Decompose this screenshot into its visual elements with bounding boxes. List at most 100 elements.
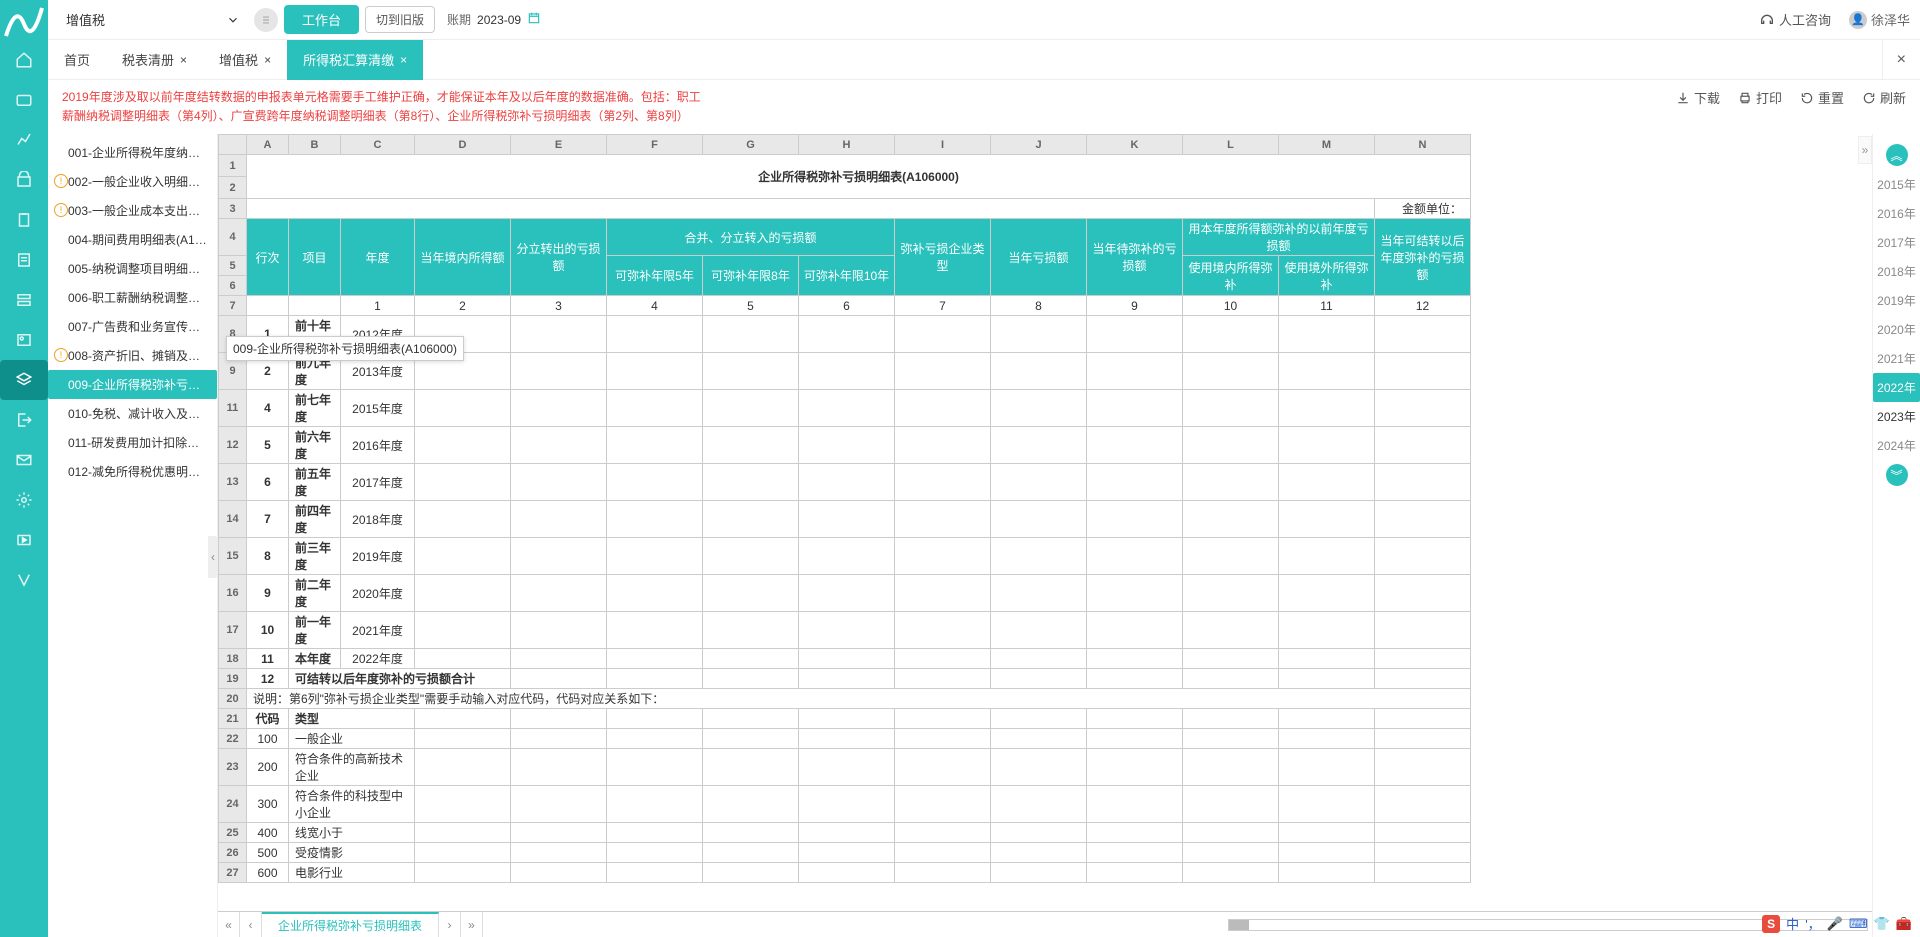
cell[interactable]: [1087, 823, 1183, 843]
cell[interactable]: [1279, 863, 1375, 883]
cell[interactable]: [895, 353, 991, 390]
cell[interactable]: 合并、分立转入的亏损额: [607, 219, 895, 256]
cell[interactable]: [1375, 649, 1471, 669]
cell[interactable]: [1183, 749, 1279, 786]
cell[interactable]: [1279, 709, 1375, 729]
cell[interactable]: [1183, 709, 1279, 729]
cell[interactable]: [511, 649, 607, 669]
cell[interactable]: 当年境内所得额: [415, 219, 511, 296]
tree-item-2[interactable]: 003-一般企业成本支出明细...: [48, 196, 217, 225]
cell[interactable]: [799, 786, 895, 823]
ime-lang[interactable]: 中: [1786, 914, 1799, 933]
cell[interactable]: [247, 199, 1375, 219]
cell[interactable]: 2021年度: [341, 612, 415, 649]
cell[interactable]: [991, 427, 1087, 464]
cell[interactable]: [1183, 501, 1279, 538]
cell[interactable]: [511, 843, 607, 863]
cell[interactable]: [511, 390, 607, 427]
cell[interactable]: 200: [247, 749, 289, 786]
cell[interactable]: 2020年度: [341, 575, 415, 612]
cell[interactable]: [511, 538, 607, 575]
cell[interactable]: 当年亏损额: [991, 219, 1087, 296]
settings-icon[interactable]: [0, 480, 48, 520]
cell[interactable]: [1279, 575, 1375, 612]
cell[interactable]: [415, 612, 511, 649]
tree-item-8[interactable]: 009-企业所得税弥补亏损明...: [48, 370, 217, 399]
cell[interactable]: [415, 863, 511, 883]
cell[interactable]: [1183, 427, 1279, 464]
cell[interactable]: [703, 538, 799, 575]
cell[interactable]: [1087, 612, 1183, 649]
cell[interactable]: [415, 538, 511, 575]
cell[interactable]: [511, 669, 607, 689]
cell[interactable]: [607, 390, 703, 427]
cell[interactable]: [799, 843, 895, 863]
cell[interactable]: [1375, 575, 1471, 612]
cell[interactable]: [1375, 464, 1471, 501]
cell[interactable]: [1375, 863, 1471, 883]
ime-toolbox-icon[interactable]: 🧰: [1896, 916, 1912, 932]
cell[interactable]: 400: [247, 823, 289, 843]
cell[interactable]: [415, 786, 511, 823]
cell[interactable]: [703, 316, 799, 353]
cell[interactable]: [607, 538, 703, 575]
clipboard-icon[interactable]: [0, 200, 48, 240]
tree-item-3[interactable]: 004-期间费用明细表(A1040...: [48, 225, 217, 254]
report-icon[interactable]: [0, 240, 48, 280]
cell[interactable]: 5: [247, 427, 289, 464]
cell[interactable]: [1087, 843, 1183, 863]
cell[interactable]: [703, 649, 799, 669]
cell[interactable]: [799, 464, 895, 501]
cell[interactable]: 7: [247, 501, 289, 538]
cell[interactable]: [1183, 316, 1279, 353]
cell[interactable]: [703, 843, 799, 863]
cell[interactable]: [1279, 427, 1375, 464]
cell[interactable]: 2: [415, 296, 511, 316]
sheet-nav-next[interactable]: ›: [439, 912, 461, 937]
cell[interactable]: [991, 501, 1087, 538]
cell[interactable]: 弥补亏损企业类型: [895, 219, 991, 296]
spreadsheet[interactable]: ABCDEFGHIJKLMN1企业所得税弥补亏损明细表(A106000)23金额…: [218, 134, 1471, 883]
cell[interactable]: [1087, 863, 1183, 883]
cell[interactable]: [799, 612, 895, 649]
cell[interactable]: 行次: [247, 219, 289, 296]
cell[interactable]: [415, 843, 511, 863]
cell[interactable]: [1375, 538, 1471, 575]
cell[interactable]: [991, 786, 1087, 823]
cell[interactable]: [1279, 749, 1375, 786]
cell[interactable]: 年度: [341, 219, 415, 296]
tab-2[interactable]: 增值税×: [203, 40, 287, 80]
cell[interactable]: [607, 749, 703, 786]
reset-button[interactable]: 重置: [1800, 88, 1844, 107]
cell[interactable]: [799, 749, 895, 786]
cell[interactable]: [991, 390, 1087, 427]
cell[interactable]: [511, 501, 607, 538]
cell[interactable]: 前六年度: [289, 427, 341, 464]
cell[interactable]: [511, 749, 607, 786]
cell[interactable]: [511, 823, 607, 843]
cell[interactable]: [1087, 709, 1183, 729]
cell[interactable]: 说明：第6列"弥补亏损企业类型"需要手动输入对应代码，代码对应关系如下：: [247, 689, 1471, 709]
cell[interactable]: [511, 709, 607, 729]
cell[interactable]: [415, 823, 511, 843]
cell[interactable]: 8: [991, 296, 1087, 316]
cell[interactable]: 可弥补年限8年: [703, 256, 799, 296]
cell[interactable]: [607, 464, 703, 501]
cell[interactable]: 类型: [289, 709, 415, 729]
cell[interactable]: [607, 427, 703, 464]
cell[interactable]: [1279, 501, 1375, 538]
cell[interactable]: 100: [247, 729, 289, 749]
video-icon[interactable]: [0, 520, 48, 560]
cell[interactable]: 用本年度所得额弥补的以前年度亏损额: [1183, 219, 1375, 256]
cell[interactable]: [1183, 649, 1279, 669]
cell[interactable]: 企业所得税弥补亏损明细表(A106000): [247, 155, 1471, 199]
cell[interactable]: [1087, 501, 1183, 538]
tree-item-5[interactable]: 006-职工薪酬纳税调整明细...: [48, 283, 217, 312]
cell[interactable]: [895, 786, 991, 823]
cell[interactable]: [991, 823, 1087, 843]
cell[interactable]: [607, 786, 703, 823]
cell[interactable]: 可结转以后年度弥补的亏损额合计: [289, 669, 511, 689]
cell[interactable]: [799, 709, 895, 729]
cell[interactable]: [1375, 709, 1471, 729]
tree-item-11[interactable]: 012-减免所得税优惠明细表(...: [48, 457, 217, 486]
